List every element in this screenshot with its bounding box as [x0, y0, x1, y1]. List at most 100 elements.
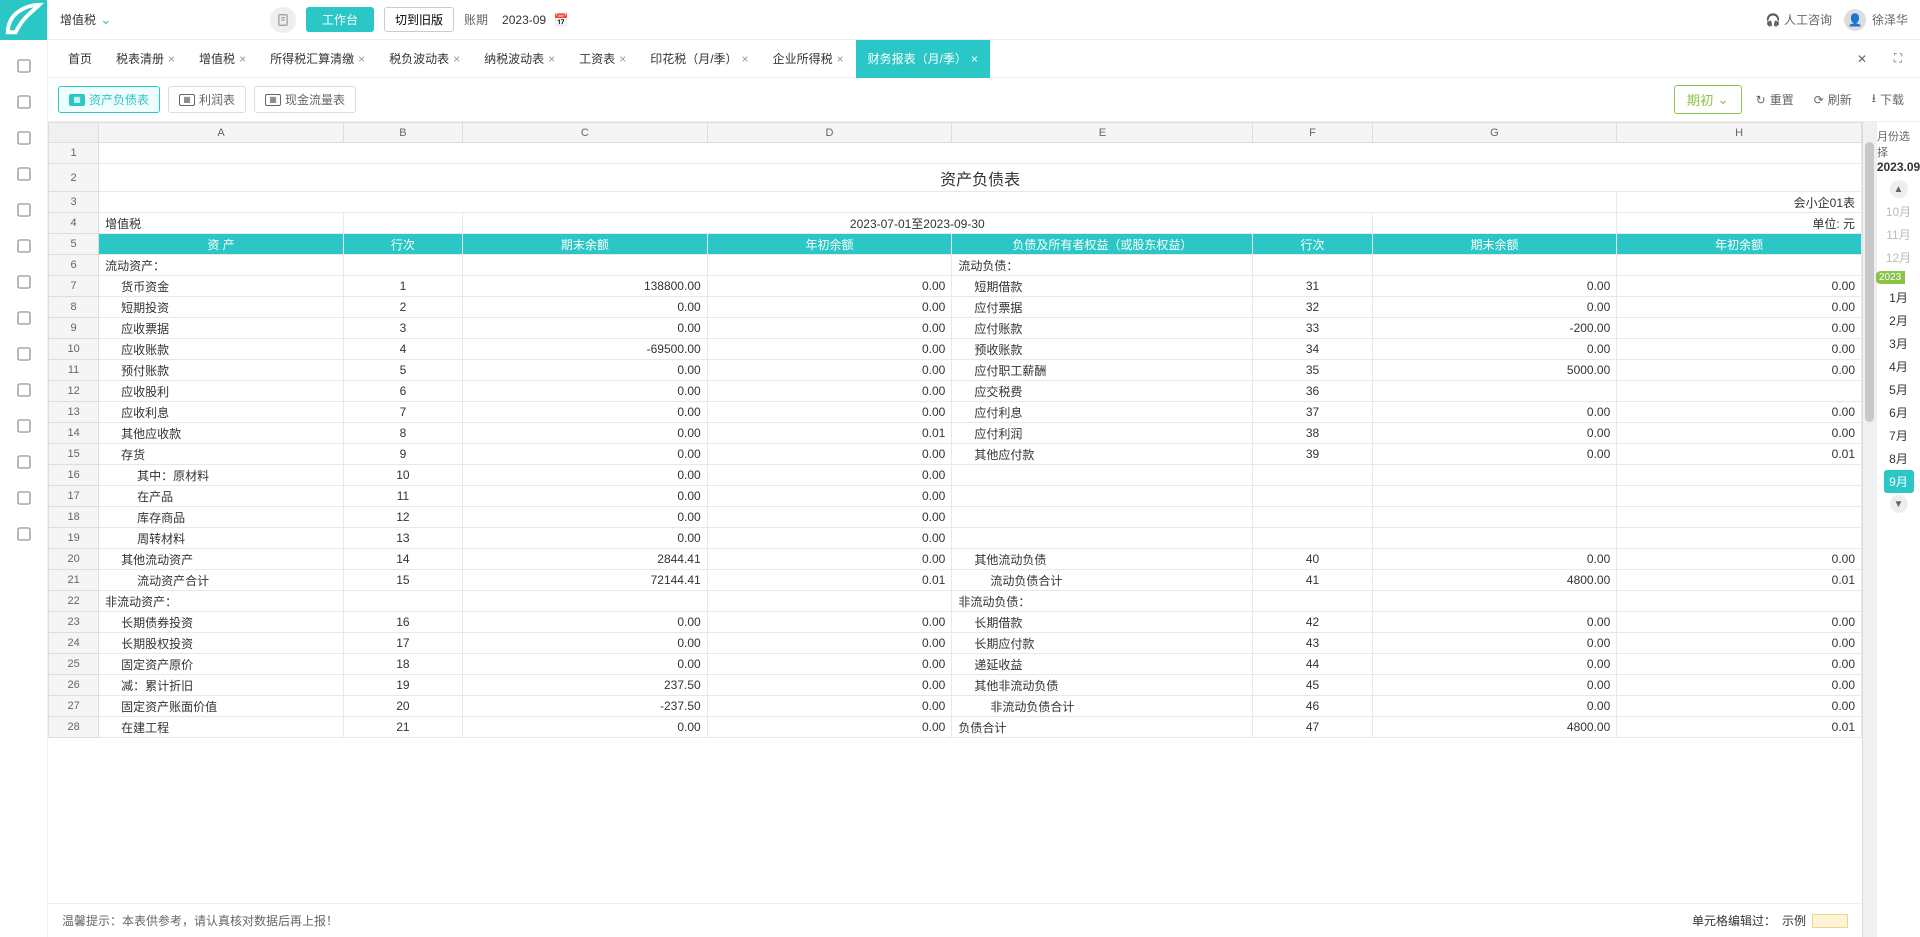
cell[interactable]	[1372, 486, 1617, 507]
sidebar-v-icon[interactable]	[0, 516, 47, 552]
cell[interactable]: 0.00	[1372, 675, 1617, 696]
cell[interactable]	[99, 143, 1862, 164]
sidebar-doc-icon[interactable]	[0, 84, 47, 120]
cell[interactable]: 1	[343, 276, 462, 297]
cell[interactable]	[343, 591, 462, 612]
cell[interactable]: 非流动负债：	[952, 591, 1253, 612]
cell[interactable]: 4800.00	[1372, 717, 1617, 738]
month-item[interactable]: 8月	[1884, 447, 1914, 470]
cell[interactable]: 0.00	[707, 675, 952, 696]
cell[interactable]: 0.00	[463, 654, 708, 675]
col-header[interactable]: D	[707, 123, 952, 143]
cell[interactable]: 流动负债：	[952, 255, 1253, 276]
row-number[interactable]: 11	[49, 360, 99, 381]
cell[interactable]	[343, 213, 462, 234]
cell[interactable]: 72144.41	[463, 570, 708, 591]
month-item[interactable]: 12月	[1886, 246, 1911, 269]
row-number[interactable]: 4	[49, 213, 99, 234]
cell[interactable]: 应收票据	[99, 318, 344, 339]
cell[interactable]	[463, 591, 708, 612]
row-number[interactable]: 28	[49, 717, 99, 738]
month-item[interactable]: 10月	[1886, 200, 1911, 223]
tab-3[interactable]: 所得税汇算清缴×	[258, 40, 377, 78]
cell[interactable]: 行次	[1253, 234, 1372, 255]
cell[interactable]: 其他流动负债	[952, 549, 1253, 570]
cell[interactable]: 0.00	[1617, 402, 1862, 423]
cell[interactable]: 40	[1253, 549, 1372, 570]
cell[interactable]: 0.00	[707, 297, 952, 318]
col-header[interactable]: G	[1372, 123, 1617, 143]
row-number[interactable]: 13	[49, 402, 99, 423]
cell[interactable]: 10	[343, 465, 462, 486]
cell[interactable]: 负债合计	[952, 717, 1253, 738]
close-icon[interactable]: ×	[358, 52, 365, 66]
cell[interactable]: 0.01	[707, 423, 952, 444]
cell[interactable]: 应付职工薪酬	[952, 360, 1253, 381]
row-number[interactable]: 22	[49, 591, 99, 612]
col-header[interactable]: C	[463, 123, 708, 143]
cell[interactable]: 0.00	[707, 360, 952, 381]
cell[interactable]: 0.00	[707, 402, 952, 423]
cell[interactable]: 37	[1253, 402, 1372, 423]
cell[interactable]: 42	[1253, 612, 1372, 633]
cell[interactable]	[1253, 591, 1372, 612]
cell[interactable]: 期末余额	[463, 234, 708, 255]
cell[interactable]	[1372, 255, 1617, 276]
cell[interactable]: 0.00	[707, 318, 952, 339]
cell[interactable]: 0.00	[463, 507, 708, 528]
cell[interactable]: 固定资产原价	[99, 654, 344, 675]
tab-7[interactable]: 印花税（月/季）×	[638, 40, 760, 78]
month-item[interactable]: 3月	[1884, 332, 1914, 355]
cell[interactable]: 0.00	[707, 486, 952, 507]
cell[interactable]: 0.00	[1372, 612, 1617, 633]
row-number[interactable]: 15	[49, 444, 99, 465]
cell[interactable]	[1617, 255, 1862, 276]
cell[interactable]: 0.00	[1372, 654, 1617, 675]
sidebar-export-icon[interactable]	[0, 372, 47, 408]
cell[interactable]: 0.00	[707, 339, 952, 360]
cell[interactable]: 15	[343, 570, 462, 591]
cell[interactable]: 13	[343, 528, 462, 549]
consult-link[interactable]: 🎧 人工咨询	[1766, 11, 1832, 28]
close-icon[interactable]: ×	[837, 52, 844, 66]
cell[interactable]: 0.00	[463, 360, 708, 381]
cell[interactable]: 应交税费	[952, 381, 1253, 402]
cell[interactable]	[1617, 465, 1862, 486]
cell[interactable]	[952, 486, 1253, 507]
cell[interactable]: 增值税	[99, 213, 344, 234]
note-icon[interactable]	[270, 7, 296, 33]
cell[interactable]: 其他非流动负债	[952, 675, 1253, 696]
month-prev-button[interactable]: ▲	[1890, 180, 1908, 198]
cell[interactable]: -69500.00	[463, 339, 708, 360]
cell[interactable]: 0.00	[707, 696, 952, 717]
cell[interactable]: 0.00	[707, 633, 952, 654]
cell[interactable]: 31	[1253, 276, 1372, 297]
cell[interactable]: 应收利息	[99, 402, 344, 423]
cell[interactable]: 0.00	[707, 507, 952, 528]
cell[interactable]: 应付利润	[952, 423, 1253, 444]
cell[interactable]: 0.00	[1372, 444, 1617, 465]
cell[interactable]: 39	[1253, 444, 1372, 465]
cell[interactable]: 0.00	[463, 318, 708, 339]
cell[interactable]	[1253, 486, 1372, 507]
month-item[interactable]: 2月	[1884, 309, 1914, 332]
row-number[interactable]: 6	[49, 255, 99, 276]
cell[interactable]: 138800.00	[463, 276, 708, 297]
cell[interactable]: 0.00	[463, 444, 708, 465]
cell[interactable]: 减：累计折旧	[99, 675, 344, 696]
cell[interactable]: 应付账款	[952, 318, 1253, 339]
cell[interactable]	[1617, 507, 1862, 528]
cell[interactable]	[952, 465, 1253, 486]
row-number[interactable]: 21	[49, 570, 99, 591]
close-icon[interactable]: ×	[971, 52, 978, 66]
vertical-scrollbar[interactable]	[1862, 122, 1876, 937]
month-next-button[interactable]: ▼	[1890, 495, 1908, 513]
row-number[interactable]: 12	[49, 381, 99, 402]
cell[interactable]	[952, 507, 1253, 528]
cell[interactable]: -200.00	[1372, 318, 1617, 339]
cell[interactable]: 6	[343, 381, 462, 402]
cell[interactable]: 41	[1253, 570, 1372, 591]
cell[interactable]: 0.00	[1617, 633, 1862, 654]
col-header[interactable]	[49, 123, 99, 143]
cell[interactable]: 0.00	[707, 276, 952, 297]
